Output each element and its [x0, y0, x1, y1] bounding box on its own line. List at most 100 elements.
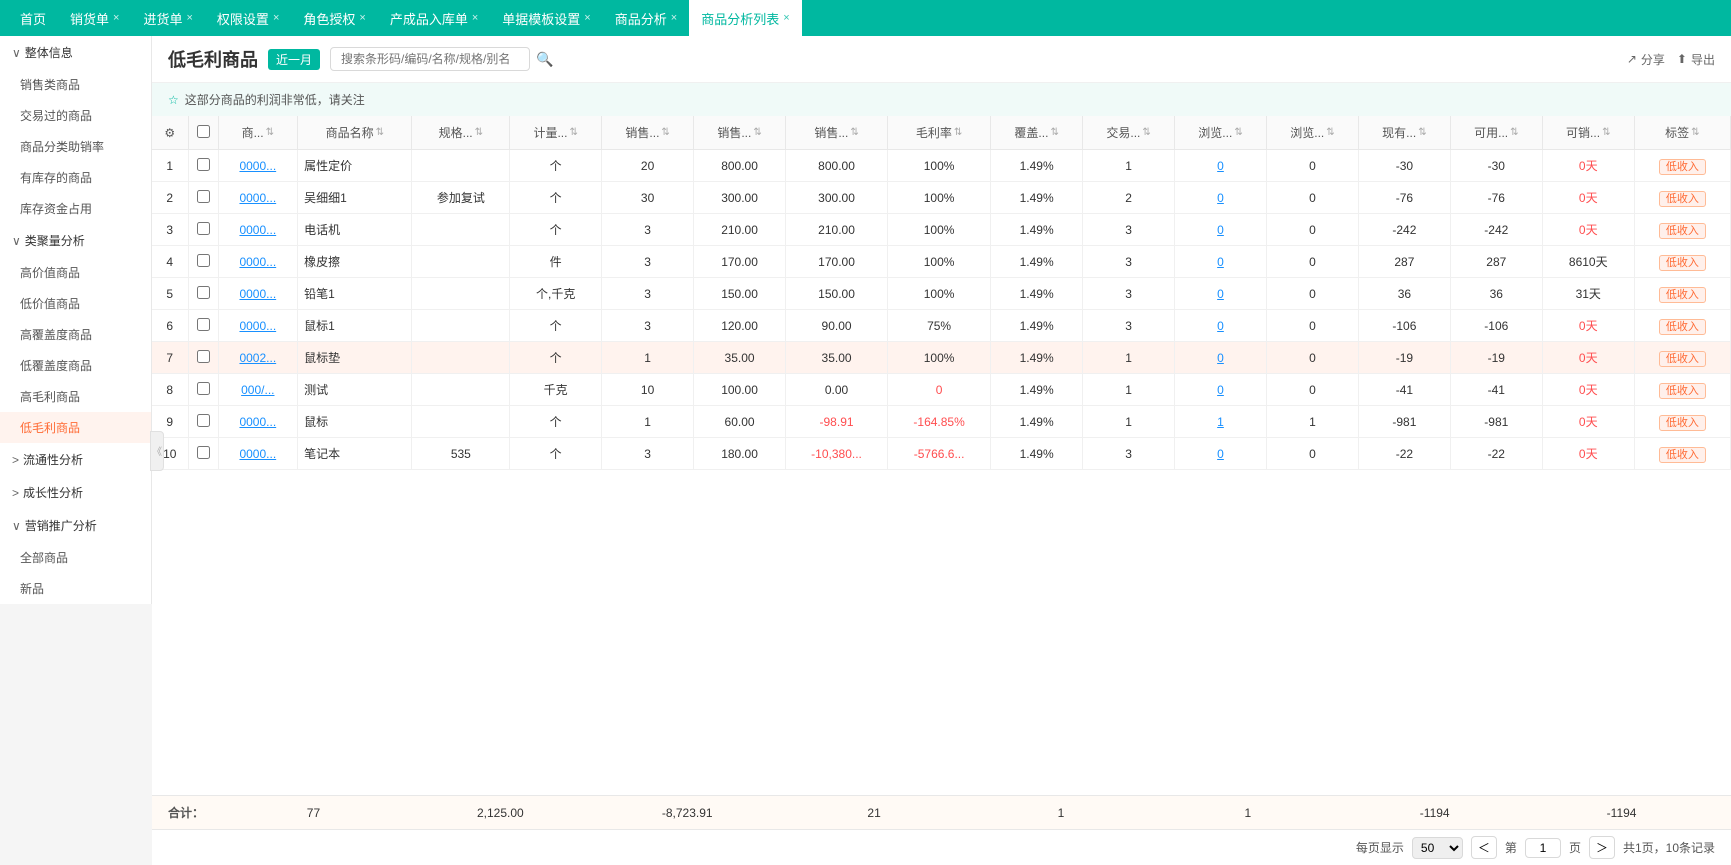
sidebar-group-circulation[interactable]: > 流通性分析 — [0, 443, 151, 476]
sidebar-item-low-value[interactable]: 低价值商品 — [0, 288, 151, 319]
sort-icon-trade[interactable]: ⇅ — [1142, 127, 1150, 138]
col-sale-profit[interactable]: 销售...⇅ — [786, 116, 888, 150]
sort-icon-sale-price[interactable]: ⇅ — [753, 127, 761, 138]
search-icon[interactable]: 🔍 — [536, 51, 553, 68]
cell-view1[interactable]: 0 — [1175, 182, 1267, 214]
nav-close-goods-analysis[interactable]: × — [671, 12, 677, 24]
nav-item-sales[interactable]: 销货单 × — [58, 0, 131, 36]
sort-icon-coverage[interactable]: ⇅ — [1050, 127, 1058, 138]
share-button[interactable]: ↗ 分享 — [1627, 51, 1665, 68]
cell-checkbox[interactable] — [188, 214, 218, 246]
nav-close-purchase[interactable]: × — [186, 12, 192, 24]
sidebar-item-new-goods[interactable]: 新品 — [0, 573, 151, 604]
cell-checkbox[interactable] — [188, 182, 218, 214]
col-unit[interactable]: 计量...⇅ — [510, 116, 602, 150]
sidebar-item-low-margin[interactable]: 低毛利商品 — [0, 412, 151, 443]
nav-close-product-in[interactable]: × — [472, 12, 478, 24]
prev-page-button[interactable]: ＜ — [1471, 836, 1497, 859]
cell-checkbox[interactable] — [188, 246, 218, 278]
nav-close-goods-analysis-list[interactable]: × — [783, 12, 789, 24]
sort-icon-view2[interactable]: ⇅ — [1326, 127, 1334, 138]
cell-view1[interactable]: 0 — [1175, 150, 1267, 182]
col-view2[interactable]: 浏览...⇅ — [1266, 116, 1358, 150]
col-gross-margin[interactable]: 毛利率⇅ — [888, 116, 991, 150]
sidebar-group-overview[interactable]: ∨ 整体信息 — [0, 36, 151, 69]
sidebar-item-stock-fund[interactable]: 库存资金占用 — [0, 193, 151, 224]
sort-icon-spec[interactable]: ⇅ — [475, 127, 483, 138]
col-settings[interactable]: ⚙ — [152, 116, 188, 150]
row-checkbox-0[interactable] — [197, 158, 210, 171]
col-available-stock[interactable]: 可用...⇅ — [1450, 116, 1542, 150]
col-trade[interactable]: 交易...⇅ — [1083, 116, 1175, 150]
sort-icon-sale-count[interactable]: ⇅ — [661, 127, 669, 138]
sort-icon-code[interactable]: ⇅ — [266, 127, 274, 138]
col-saleable-days[interactable]: 可销...⇅ — [1542, 116, 1634, 150]
sidebar-item-all-goods[interactable]: 全部商品 — [0, 542, 151, 573]
nav-item-goods-analysis-list[interactable]: 商品分析列表 × — [689, 0, 801, 36]
col-tag[interactable]: 标签⇅ — [1634, 116, 1730, 150]
cell-view1[interactable]: 0 — [1175, 278, 1267, 310]
row-checkbox-3[interactable] — [197, 254, 210, 267]
col-sale-price[interactable]: 销售...⇅ — [694, 116, 786, 150]
sort-icon-available-stock[interactable]: ⇅ — [1510, 127, 1518, 138]
col-name[interactable]: 商品名称⇅ — [298, 116, 412, 150]
col-checkbox[interactable] — [188, 116, 218, 150]
next-page-button[interactable]: ＞ — [1589, 836, 1615, 859]
search-input[interactable] — [330, 47, 530, 71]
sort-icon-view1[interactable]: ⇅ — [1234, 127, 1242, 138]
sort-icon-gross-margin[interactable]: ⇅ — [954, 127, 962, 138]
row-checkbox-4[interactable] — [197, 286, 210, 299]
cell-checkbox[interactable] — [188, 438, 218, 470]
row-checkbox-8[interactable] — [197, 414, 210, 427]
settings-icon[interactable]: ⚙ — [164, 126, 175, 140]
nav-item-product-in[interactable]: 产成品入库单 × — [378, 0, 490, 36]
nav-close-role[interactable]: × — [359, 12, 365, 24]
col-code[interactable]: 商...⇅ — [218, 116, 298, 150]
nav-item-goods-analysis[interactable]: 商品分析 × — [603, 0, 689, 36]
row-checkbox-5[interactable] — [197, 318, 210, 331]
cell-view1[interactable]: 0 — [1175, 374, 1267, 406]
sort-icon-saleable-days[interactable]: ⇅ — [1602, 127, 1610, 138]
per-page-select[interactable]: 50 100 — [1412, 837, 1463, 859]
sidebar-item-traded-goods[interactable]: 交易过的商品 — [0, 100, 151, 131]
sidebar-group-growth[interactable]: > 成长性分析 — [0, 476, 151, 509]
sort-icon-tag[interactable]: ⇅ — [1691, 127, 1699, 138]
sidebar-item-high-value[interactable]: 高价值商品 — [0, 257, 151, 288]
cell-checkbox[interactable] — [188, 150, 218, 182]
cell-checkbox[interactable] — [188, 406, 218, 438]
export-button[interactable]: ⬆ 导出 — [1677, 51, 1715, 68]
nav-item-role[interactable]: 角色授权 × — [291, 0, 377, 36]
cell-checkbox[interactable] — [188, 310, 218, 342]
cell-checkbox[interactable] — [188, 374, 218, 406]
select-all-checkbox[interactable] — [197, 125, 210, 138]
sidebar-collapse-button[interactable]: 《 — [150, 431, 164, 471]
row-checkbox-7[interactable] — [197, 382, 210, 395]
cell-view1[interactable]: 0 — [1175, 342, 1267, 374]
cell-view1[interactable]: 0 — [1175, 214, 1267, 246]
cell-view1[interactable]: 0 — [1175, 310, 1267, 342]
sort-icon-current-stock[interactable]: ⇅ — [1418, 127, 1426, 138]
nav-item-template[interactable]: 单据模板设置 × — [490, 0, 602, 36]
sidebar-item-high-margin[interactable]: 高毛利商品 — [0, 381, 151, 412]
sidebar-item-stock-goods[interactable]: 有库存的商品 — [0, 162, 151, 193]
col-spec[interactable]: 规格...⇅ — [412, 116, 510, 150]
nav-close-template[interactable]: × — [584, 12, 590, 24]
col-coverage[interactable]: 覆盖...⇅ — [991, 116, 1083, 150]
sidebar-group-marketing[interactable]: ∨ 营销推广分析 — [0, 509, 151, 542]
cell-checkbox[interactable] — [188, 278, 218, 310]
sort-icon-sale-profit[interactable]: ⇅ — [850, 127, 858, 138]
row-checkbox-1[interactable] — [197, 190, 210, 203]
time-badge[interactable]: 近一月 — [268, 49, 320, 70]
nav-item-purchase[interactable]: 进货单 × — [131, 0, 204, 36]
nav-item-home[interactable]: 首页 — [8, 0, 58, 36]
sidebar-item-high-coverage[interactable]: 高覆盖度商品 — [0, 319, 151, 350]
col-current-stock[interactable]: 现有...⇅ — [1358, 116, 1450, 150]
cell-view1[interactable]: 0 — [1175, 438, 1267, 470]
cell-checkbox[interactable] — [188, 342, 218, 374]
cell-view1[interactable]: 0 — [1175, 246, 1267, 278]
nav-close-permission[interactable]: × — [273, 12, 279, 24]
page-number-input[interactable] — [1525, 838, 1561, 858]
sidebar-item-low-coverage[interactable]: 低覆盖度商品 — [0, 350, 151, 381]
col-sale-count[interactable]: 销售...⇅ — [602, 116, 694, 150]
sidebar-item-category-assist[interactable]: 商品分类助销率 — [0, 131, 151, 162]
